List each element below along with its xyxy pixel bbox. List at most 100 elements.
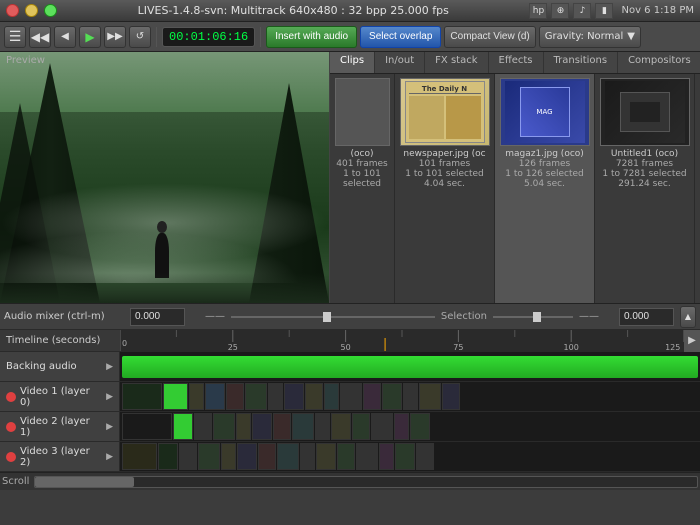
track-clip[interactable] — [284, 383, 304, 410]
maximize-button[interactable] — [44, 4, 57, 17]
datetime: Nov 6 1:18 PM — [621, 5, 694, 16]
track-expand-v2[interactable]: ▶ — [106, 422, 113, 432]
slider-thumb-right[interactable] — [533, 312, 541, 322]
track-clip[interactable] — [273, 413, 291, 440]
track-clip[interactable] — [226, 383, 244, 410]
separator-1 — [156, 27, 157, 47]
tab-compositors[interactable]: Compositors — [618, 52, 700, 73]
track-clip[interactable] — [356, 443, 378, 470]
track-clip[interactable] — [237, 443, 257, 470]
timecode-display[interactable]: 00:01:06:16 — [162, 27, 255, 47]
track-clip[interactable] — [205, 383, 225, 410]
track-clip[interactable] — [194, 413, 212, 440]
track-clip[interactable] — [395, 443, 415, 470]
list-item[interactable]: The Daily N newspaper.jpg (oc 101 frames… — [395, 74, 495, 303]
track-content-backing[interactable] — [120, 352, 700, 381]
audio-up-button[interactable]: ▲ — [680, 306, 696, 328]
track-clip[interactable] — [122, 443, 157, 470]
track-content-v3[interactable] — [120, 442, 700, 471]
list-item[interactable]: (oco) 401 frames 1 to 101 selected — [330, 74, 395, 303]
track-clip[interactable] — [163, 383, 188, 410]
separator-2 — [260, 27, 261, 47]
track-clip[interactable] — [277, 443, 299, 470]
track-clip[interactable] — [442, 383, 460, 410]
timeline-scroll-right[interactable]: ▶ — [684, 330, 700, 352]
track-content-v1[interactable] — [120, 382, 700, 411]
track-clip[interactable] — [258, 443, 276, 470]
toolbar: ☰ ◀◀ ◀ ▶ ▶▶ ↺ 00:01:06:16 Insert with au… — [0, 22, 700, 52]
clip-frames: 401 frames — [336, 159, 387, 169]
track-clip[interactable] — [122, 413, 172, 440]
selection-slider-right[interactable] — [493, 316, 573, 318]
gravity-dropdown[interactable]: Gravity: Normal ▼ — [539, 26, 641, 48]
selection-slider[interactable] — [231, 316, 435, 318]
horizontal-scrollbar[interactable] — [34, 476, 698, 488]
preview-panel: Preview — [0, 52, 330, 303]
track-clip[interactable] — [179, 443, 197, 470]
track-clip[interactable] — [158, 443, 178, 470]
track-clip[interactable] — [236, 413, 251, 440]
track-clip[interactable] — [213, 413, 235, 440]
clip-name: newspaper.jpg (oc — [399, 149, 490, 159]
track-clip[interactable] — [245, 383, 267, 410]
tab-fxstack[interactable]: FX stack — [425, 52, 488, 73]
select-overlap-button[interactable]: Select overlap — [360, 26, 441, 48]
track-clip[interactable] — [379, 443, 394, 470]
track-clip[interactable] — [394, 413, 409, 440]
audio-left-value[interactable] — [130, 308, 185, 326]
track-clip[interactable] — [198, 443, 220, 470]
track-clip[interactable] — [371, 413, 393, 440]
close-button[interactable] — [6, 4, 19, 17]
menu-button[interactable]: ☰ — [4, 26, 26, 48]
tab-transitions[interactable]: Transitions — [544, 52, 619, 73]
track-clip[interactable] — [340, 383, 362, 410]
track-clip[interactable] — [221, 443, 236, 470]
tab-clips[interactable]: Clips — [330, 52, 375, 73]
forward-button[interactable]: ▶▶ — [104, 26, 126, 48]
loop-button[interactable]: ↺ — [129, 26, 151, 48]
audio-right-value[interactable] — [619, 308, 674, 326]
track-clip[interactable] — [300, 443, 315, 470]
track-clip[interactable] — [382, 383, 402, 410]
track-clip[interactable] — [173, 413, 193, 440]
minimize-button[interactable] — [25, 4, 38, 17]
list-item[interactable]: MAG magaz1.jpg (oco) 126 frames 1 to 126… — [495, 74, 595, 303]
track-clip[interactable] — [363, 383, 381, 410]
track-clip[interactable] — [416, 443, 434, 470]
clips-panel: (oco) 401 frames 1 to 101 selected The D… — [330, 74, 700, 303]
compact-view-button[interactable]: Compact View (d) — [444, 26, 535, 48]
track-clip[interactable] — [410, 413, 430, 440]
rewind-button[interactable]: ◀ — [54, 26, 76, 48]
track-clip[interactable] — [331, 413, 351, 440]
play-button[interactable]: ▶ — [79, 26, 101, 48]
tab-inout[interactable]: In/out — [375, 52, 425, 73]
track-clip[interactable] — [292, 413, 314, 440]
track-clip[interactable] — [268, 383, 283, 410]
list-item[interactable]: Untitled1 (oco) 7281 frames 1 to 7281 se… — [595, 74, 695, 303]
track-expand-v1[interactable]: ▶ — [106, 392, 113, 402]
track-clip[interactable] — [316, 443, 336, 470]
track-expand-v3[interactable]: ▶ — [106, 452, 113, 462]
track-clip[interactable] — [252, 413, 272, 440]
track-clip[interactable] — [337, 443, 355, 470]
track-expand-backing[interactable]: ▶ — [106, 362, 113, 372]
track-clip[interactable] — [403, 383, 418, 410]
track-clip[interactable] — [305, 383, 323, 410]
track-clip[interactable] — [189, 383, 204, 410]
timeline-ruler[interactable]: 0 25 50 75 100 125 — [120, 330, 684, 351]
scrollbar-thumb[interactable] — [35, 477, 134, 487]
track-clip[interactable] — [122, 383, 162, 410]
track-clip[interactable] — [324, 383, 339, 410]
track-clip[interactable] — [352, 413, 370, 440]
track-content-v2[interactable] — [120, 412, 700, 441]
tab-effects[interactable]: Effects — [489, 52, 544, 73]
audio-green-bar — [122, 356, 698, 378]
hp-icon: hp — [529, 3, 547, 19]
main-area: Preview Clips In/out FX stack Effe — [0, 52, 700, 304]
back-button[interactable]: ◀◀ — [29, 26, 51, 48]
list-item[interactable]: carr 179 1 to 17 29 — [695, 74, 700, 303]
track-clip[interactable] — [419, 383, 441, 410]
insert-audio-button[interactable]: Insert with audio — [266, 26, 357, 48]
track-clip[interactable] — [315, 413, 330, 440]
slider-thumb[interactable] — [323, 312, 331, 322]
